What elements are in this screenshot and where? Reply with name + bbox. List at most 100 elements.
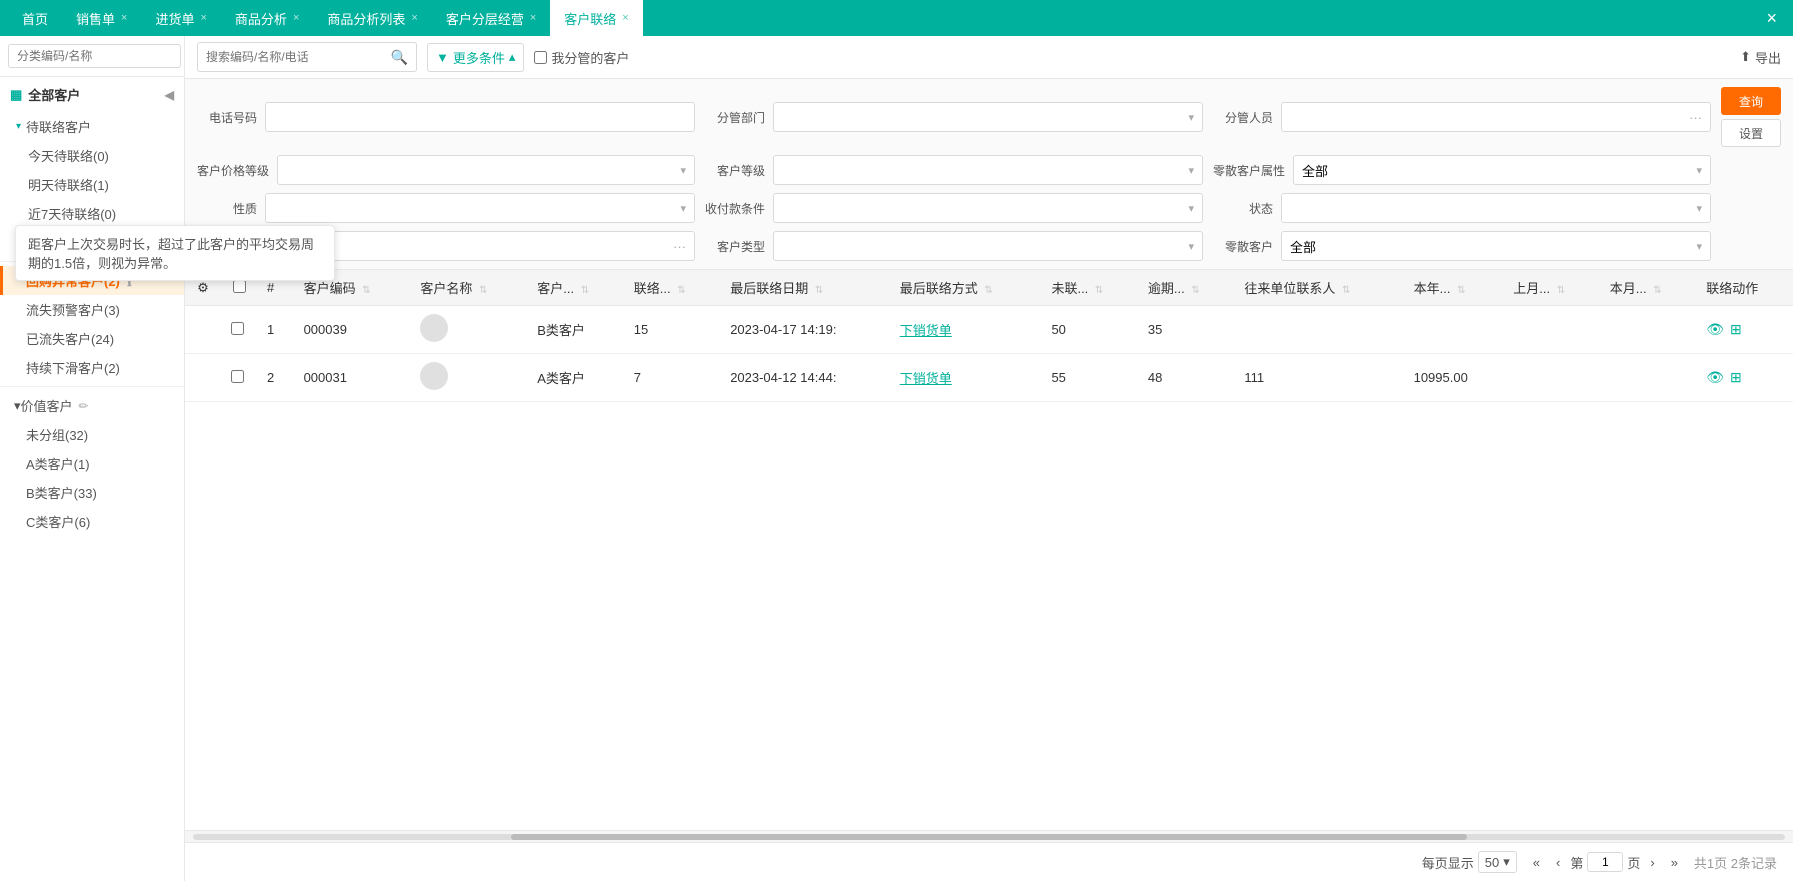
horizontal-scrollbar[interactable] <box>193 834 1785 840</box>
sidebar-collapse-icon[interactable]: ◀ <box>165 88 174 102</box>
td-check-2[interactable] <box>221 354 257 402</box>
sidebar-item-ungrouped[interactable]: 未分组(32) <box>0 420 184 449</box>
filter-pricelevel-select[interactable]: ▾ <box>277 155 695 185</box>
advanced-filter: 电话号码 分管部门 ▾ 分管人员 ··· 查询 <box>185 79 1793 270</box>
sort-date-icon: ⇅ <box>815 285 823 296</box>
nav-purchase[interactable]: 进货单 × <box>141 0 220 36</box>
action-view-icon-1[interactable]: 👁 <box>1706 321 1724 338</box>
th-overdue[interactable]: 逾期... ⇅ <box>1138 270 1234 306</box>
th-custtype[interactable]: 客户... ⇅ <box>527 270 623 306</box>
filter-person-input[interactable]: ··· <box>1281 102 1711 132</box>
nav-product-analysis-close[interactable]: × <box>293 12 299 24</box>
main-search-icon[interactable]: 🔍 <box>391 49 408 66</box>
sidebar-all-customers[interactable]: ▦ 全部客户 ◀ <box>0 77 184 112</box>
td-check-1[interactable] <box>221 306 257 354</box>
nav-product-analysis[interactable]: 商品分析 × <box>221 0 313 36</box>
export-button[interactable]: ⬆ 导出 <box>1740 48 1781 67</box>
td-lastmonth-2 <box>1503 354 1599 402</box>
action-link-icon-2[interactable]: ⊞ <box>1730 369 1742 386</box>
page-number-input[interactable] <box>1587 852 1623 872</box>
th-last-month[interactable]: 上月... ⇅ <box>1503 270 1599 306</box>
nav-purchase-close[interactable]: × <box>200 12 206 24</box>
nav-customer-contact[interactable]: 客户联络 × <box>550 0 642 36</box>
select-all-checkbox[interactable] <box>233 280 246 293</box>
th-this-month[interactable]: 本月... ⇅ <box>1600 270 1696 306</box>
query-button[interactable]: 查询 <box>1721 87 1781 115</box>
filter-phone-input[interactable] <box>265 102 695 132</box>
sidebar-item-declining[interactable]: 持续下滑客户(2) <box>0 353 184 382</box>
th-contact[interactable]: 联络... ⇅ <box>624 270 720 306</box>
pricelevel-chevron-icon: ▾ <box>680 164 686 177</box>
row1-checkbox[interactable] <box>231 322 244 335</box>
th-this-year[interactable]: 本年... ⇅ <box>1404 270 1504 306</box>
filter-custlevel-select[interactable]: ▾ <box>773 155 1203 185</box>
page-label: 第 <box>1570 853 1583 872</box>
sidebar-item-churn-warning[interactable]: 流失预警客户(3) <box>0 295 184 324</box>
value-edit-icon[interactable]: ✏ <box>79 399 89 413</box>
sort-unread-icon: ⇅ <box>1095 285 1103 296</box>
nav-sales[interactable]: 销售单 × <box>62 0 141 36</box>
main-search-input[interactable] <box>206 50 391 64</box>
method-link-1[interactable]: 下销货单 <box>900 323 952 338</box>
total-page-label: 页 <box>1627 853 1640 872</box>
sidebar-item-churned[interactable]: 已流失客户(24) <box>0 324 184 353</box>
th-related-person[interactable]: 往来单位联系人 ⇅ <box>1234 270 1403 306</box>
dept-chevron-icon: ▾ <box>1188 111 1194 124</box>
th-last-contact-method[interactable]: 最后联络方式 ⇅ <box>890 270 1042 306</box>
nav-product-list[interactable]: 商品分析列表 × <box>313 0 431 36</box>
filter-status-select[interactable]: ▾ <box>1281 193 1711 223</box>
td-method-1[interactable]: 下销货单 <box>890 306 1042 354</box>
nav-sales-close[interactable]: × <box>121 12 127 24</box>
my-customers-checkbox[interactable] <box>534 51 547 64</box>
td-name-1 <box>410 306 527 354</box>
prev-page-button[interactable]: ‹ <box>1550 853 1566 872</box>
sidebar-item-today[interactable]: 今天待联络(0) <box>2 141 184 170</box>
first-page-button[interactable]: « <box>1527 853 1546 872</box>
next-page-button[interactable]: › <box>1644 853 1660 872</box>
nav-customer-tier-close[interactable]: × <box>530 12 536 24</box>
action-view-icon-2[interactable]: 👁 <box>1706 369 1724 386</box>
table-row: 1 000039 B类客户 15 2023-04-17 14:19: 下销货单 … <box>185 306 1793 354</box>
row2-checkbox[interactable] <box>231 370 244 383</box>
tooltip-text: 距客户上次交易时长，超过了此客户的平均交易周期的1.5倍，则视为异常。 <box>28 237 314 271</box>
nav-customer-tier[interactable]: 客户分层经营 × <box>432 0 550 36</box>
per-page-selector[interactable]: 50 ▾ <box>1478 851 1517 873</box>
td-index-1: 1 <box>257 306 294 354</box>
last-page-button[interactable]: » <box>1665 853 1684 872</box>
retailcust-chevron-icon: ▾ <box>1696 240 1702 253</box>
filter-gender-select[interactable]: ▾ <box>265 193 695 223</box>
sidebar-item-7days[interactable]: 近7天待联络(0) <box>2 199 184 228</box>
horizontal-scrollbar-thumb[interactable] <box>511 834 1466 840</box>
sidebar-value-header[interactable]: ▾ 价值客户 ✏ <box>0 391 184 420</box>
td-gear-2 <box>185 354 221 402</box>
sidebar-item-class-c[interactable]: C类客户(6) <box>0 507 184 536</box>
my-customers-checkbox-wrap[interactable]: 我分管的客户 <box>534 48 629 67</box>
filter-retailattr-field: 零散客户属性 全部 ▾ <box>1213 155 1711 185</box>
filter-dept-select[interactable]: ▾ <box>773 102 1203 132</box>
sidebar-search-input[interactable] <box>8 44 181 68</box>
filter-payment-select[interactable]: ▾ <box>773 193 1203 223</box>
td-contact-2: 7 <box>624 354 720 402</box>
nav-customer-contact-close[interactable]: × <box>622 12 628 24</box>
sidebar-item-class-a[interactable]: A类客户(1) <box>0 449 184 478</box>
per-page-chevron-icon: ▾ <box>1503 854 1510 870</box>
nav-home[interactable]: 首页 <box>8 0 62 36</box>
top-navigation: 首页 销售单 × 进货单 × 商品分析 × 商品分析列表 × 客户分层经营 × … <box>0 0 1793 36</box>
sort-related-icon: ⇅ <box>1342 285 1350 296</box>
sidebar-item-tomorrow[interactable]: 明天待联络(1) <box>2 170 184 199</box>
th-unread[interactable]: 未联... ⇅ <box>1041 270 1137 306</box>
th-name[interactable]: 客户名称 ⇅ <box>410 270 527 306</box>
filter-retailattr-select[interactable]: 全部 ▾ <box>1293 155 1711 185</box>
settings-button[interactable]: 设置 <box>1721 119 1781 147</box>
filter-retailcust-select[interactable]: 全部 ▾ <box>1281 231 1711 261</box>
th-last-contact-date[interactable]: 最后联络日期 ⇅ <box>720 270 890 306</box>
sidebar-group-pending-header[interactable]: ▾ 待联络客户 <box>2 112 184 141</box>
filter-custtype-select[interactable]: ▾ <box>773 231 1203 261</box>
window-close-button[interactable]: × <box>1758 8 1785 28</box>
sidebar-item-class-b[interactable]: B类客户(33) <box>0 478 184 507</box>
action-link-icon-1[interactable]: ⊞ <box>1730 321 1742 338</box>
more-filters-button[interactable]: ▼ 更多条件 ▴ <box>427 43 524 72</box>
td-method-2[interactable]: 下销货单 <box>890 354 1042 402</box>
method-link-2[interactable]: 下销货单 <box>900 371 952 386</box>
nav-product-list-close[interactable]: × <box>411 12 417 24</box>
